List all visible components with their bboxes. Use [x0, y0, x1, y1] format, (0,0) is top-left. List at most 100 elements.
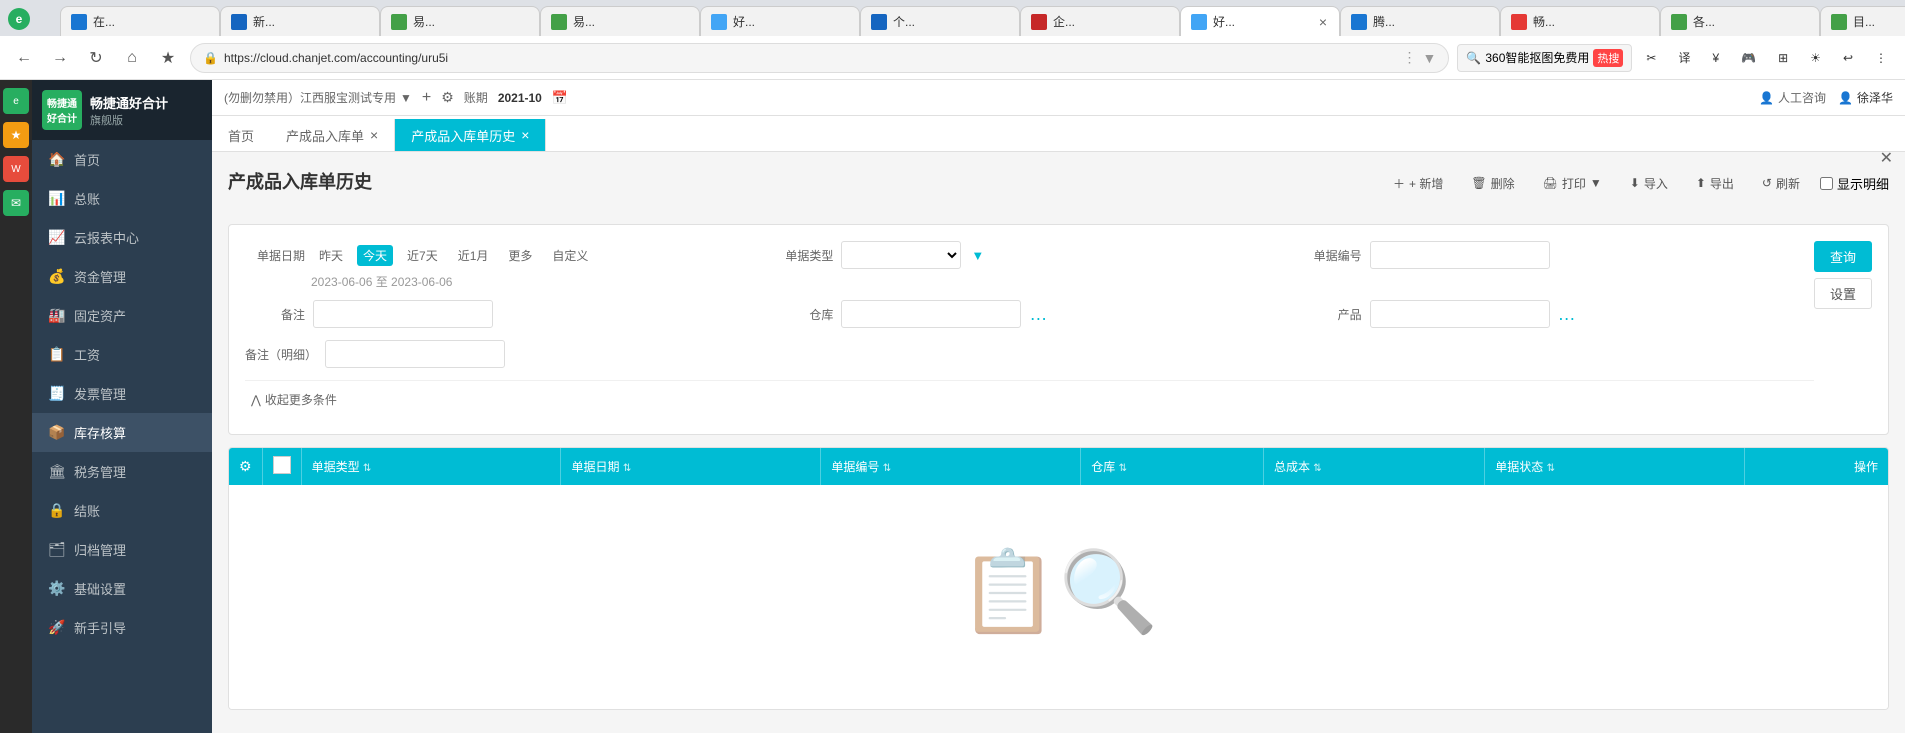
- scissors-tool[interactable]: ✂: [1638, 44, 1664, 72]
- payroll-icon: 📋: [48, 346, 66, 364]
- warehouse-more-btn[interactable]: …: [1029, 305, 1047, 323]
- tab-10[interactable]: 畅...: [1500, 6, 1660, 36]
- refresh-button[interactable]: ↺ 刷新: [1754, 171, 1808, 196]
- type-select[interactable]: [841, 241, 961, 269]
- nav-bookmark[interactable]: ★: [154, 44, 182, 72]
- tab-12[interactable]: 目...: [1820, 6, 1905, 36]
- icon-sidebar-wb[interactable]: W: [3, 156, 29, 182]
- tab-4[interactable]: 易...: [540, 6, 700, 36]
- product-input[interactable]: [1370, 300, 1550, 328]
- print-button[interactable]: 🖨 打印 ▼: [1535, 171, 1610, 196]
- delete-button[interactable]: 🗑 删除: [1463, 171, 1522, 196]
- user-service[interactable]: 👤 人工咨询: [1759, 89, 1826, 106]
- detail-remark-input[interactable]: [325, 340, 505, 368]
- nav-back[interactable]: ←: [10, 44, 38, 72]
- undo-tool[interactable]: ↩: [1835, 44, 1861, 72]
- sidebar-item-home[interactable]: 🏠 首页: [32, 140, 212, 179]
- sidebar-item-tax[interactable]: 🏛 税务管理: [32, 452, 212, 491]
- tab-2[interactable]: 新...: [220, 6, 380, 36]
- more-tool[interactable]: ⋮: [1867, 44, 1895, 72]
- sidebar-item-close[interactable]: 🔒 结账: [32, 491, 212, 530]
- money-tool[interactable]: ¥: [1704, 44, 1727, 72]
- search-box[interactable]: 🔍 360智能抠图免费用 热搜: [1457, 44, 1632, 72]
- col-date[interactable]: 单据日期 ⇅: [561, 448, 821, 485]
- export-button[interactable]: ⬆ 导出: [1688, 171, 1742, 196]
- company-settings-icon[interactable]: ⚙: [441, 89, 454, 106]
- date-today[interactable]: 今天: [357, 245, 393, 266]
- tab-11[interactable]: 各...: [1660, 6, 1820, 36]
- query-button[interactable]: 查询: [1814, 241, 1872, 272]
- theme-tool[interactable]: ☀: [1802, 44, 1829, 72]
- date-more[interactable]: 更多: [502, 245, 538, 266]
- import-button[interactable]: ⬇ 导入: [1622, 171, 1676, 196]
- company-select[interactable]: (勿删勿禁用）江西服宝测试专用 ▼: [224, 89, 412, 106]
- sidebar-item-payroll[interactable]: 📋 工资: [32, 335, 212, 374]
- col-number-sort: ⇅: [883, 463, 891, 474]
- date-yesterday[interactable]: 昨天: [313, 245, 349, 266]
- print-dropdown-icon: ▼: [1590, 176, 1602, 190]
- calendar-icon[interactable]: 📅: [552, 90, 568, 106]
- date-7days[interactable]: 近7天: [401, 245, 444, 266]
- tab-history[interactable]: 产成品入库单历史 ×: [395, 119, 546, 151]
- game-tool[interactable]: 🎮: [1733, 44, 1764, 72]
- sidebar-item-inventory[interactable]: 📦 库存核算: [32, 413, 212, 452]
- product-more-btn[interactable]: …: [1558, 305, 1576, 323]
- tab-7[interactable]: 企...: [1020, 6, 1180, 36]
- tab-6[interactable]: 个...: [860, 6, 1020, 36]
- sidebar-item-guide[interactable]: 🚀 新手引导: [32, 608, 212, 647]
- close-books-icon: 🔒: [48, 502, 66, 520]
- new-button[interactable]: ＋ + 新增: [1385, 171, 1451, 196]
- sidebar-item-invoice[interactable]: 🧾 发票管理: [32, 374, 212, 413]
- col-status[interactable]: 单据状态 ⇅: [1485, 448, 1745, 485]
- add-company-icon[interactable]: +: [422, 89, 431, 107]
- collapse-btn[interactable]: ⋀ 收起更多条件: [245, 385, 1814, 414]
- warehouse-input[interactable]: [841, 300, 1021, 328]
- tab-8[interactable]: 好... ×: [1180, 6, 1340, 36]
- delete-icon: 🗑: [1471, 176, 1486, 190]
- tab-9[interactable]: 腾...: [1340, 6, 1500, 36]
- date-custom[interactable]: 自定义: [546, 245, 594, 266]
- apps-tool[interactable]: ⊞: [1770, 44, 1796, 72]
- date-1month[interactable]: 近1月: [452, 245, 495, 266]
- header-checkbox[interactable]: [273, 456, 291, 474]
- tab-history-close[interactable]: ×: [521, 127, 529, 143]
- breadcrumb-home[interactable]: 首页: [212, 119, 270, 151]
- col-gear[interactable]: ⚙: [229, 448, 262, 485]
- col-total-cost[interactable]: 总成本 ⇅: [1263, 448, 1484, 485]
- icon-sidebar-logo[interactable]: e: [3, 88, 29, 114]
- tab-3[interactable]: 易...: [380, 6, 540, 36]
- browser-logo[interactable]: e: [8, 8, 30, 30]
- translate-tool[interactable]: 译: [1670, 44, 1698, 72]
- col-checkbox[interactable]: [262, 448, 301, 485]
- col-type[interactable]: 单据类型 ⇅: [301, 448, 561, 485]
- tab-1[interactable]: 在...: [60, 6, 220, 36]
- tab-list-close[interactable]: ×: [370, 127, 378, 143]
- col-type-sort: ⇅: [363, 463, 371, 474]
- sidebar-item-settings[interactable]: ⚙️ 基础设置: [32, 569, 212, 608]
- show-detail-toggle[interactable]: 显示明细: [1820, 174, 1889, 193]
- col-warehouse[interactable]: 仓库 ⇅: [1081, 448, 1264, 485]
- nav-forward[interactable]: →: [46, 44, 74, 72]
- address-bar[interactable]: 🔒 https://cloud.chanjet.com/accounting/u…: [190, 43, 1449, 73]
- icon-sidebar-star[interactable]: ★: [3, 122, 29, 148]
- sidebar-item-ledger[interactable]: 📊 总账: [32, 179, 212, 218]
- tab-history-label: 产成品入库单历史: [411, 126, 515, 145]
- search-row-2: 备注 仓库 … 产品: [245, 300, 1814, 328]
- icon-sidebar-mail[interactable]: ✉: [3, 190, 29, 216]
- tab-list[interactable]: 产成品入库单 ×: [270, 119, 395, 151]
- tab-close-8[interactable]: ×: [1317, 12, 1329, 32]
- sidebar-item-reports[interactable]: 📈 云报表中心: [32, 218, 212, 257]
- sidebar-item-archive[interactable]: 🗂 归档管理: [32, 530, 212, 569]
- remark-input[interactable]: [313, 300, 493, 328]
- tab-5[interactable]: 好...: [700, 6, 860, 36]
- sidebar-item-assets[interactable]: 🏭 固定资产: [32, 296, 212, 335]
- user-avatar[interactable]: 👤 徐泽华: [1838, 89, 1893, 106]
- settings-btn[interactable]: 设置: [1814, 278, 1872, 309]
- nav-home[interactable]: ⌂: [118, 44, 146, 72]
- nav-refresh[interactable]: ↻: [82, 44, 110, 72]
- col-number[interactable]: 单据编号 ⇅: [821, 448, 1081, 485]
- show-detail-checkbox[interactable]: [1820, 177, 1833, 190]
- sidebar-item-funds[interactable]: 💰 资金管理: [32, 257, 212, 296]
- number-input[interactable]: [1370, 241, 1550, 269]
- panel-close-button[interactable]: ✕: [1880, 148, 1893, 168]
